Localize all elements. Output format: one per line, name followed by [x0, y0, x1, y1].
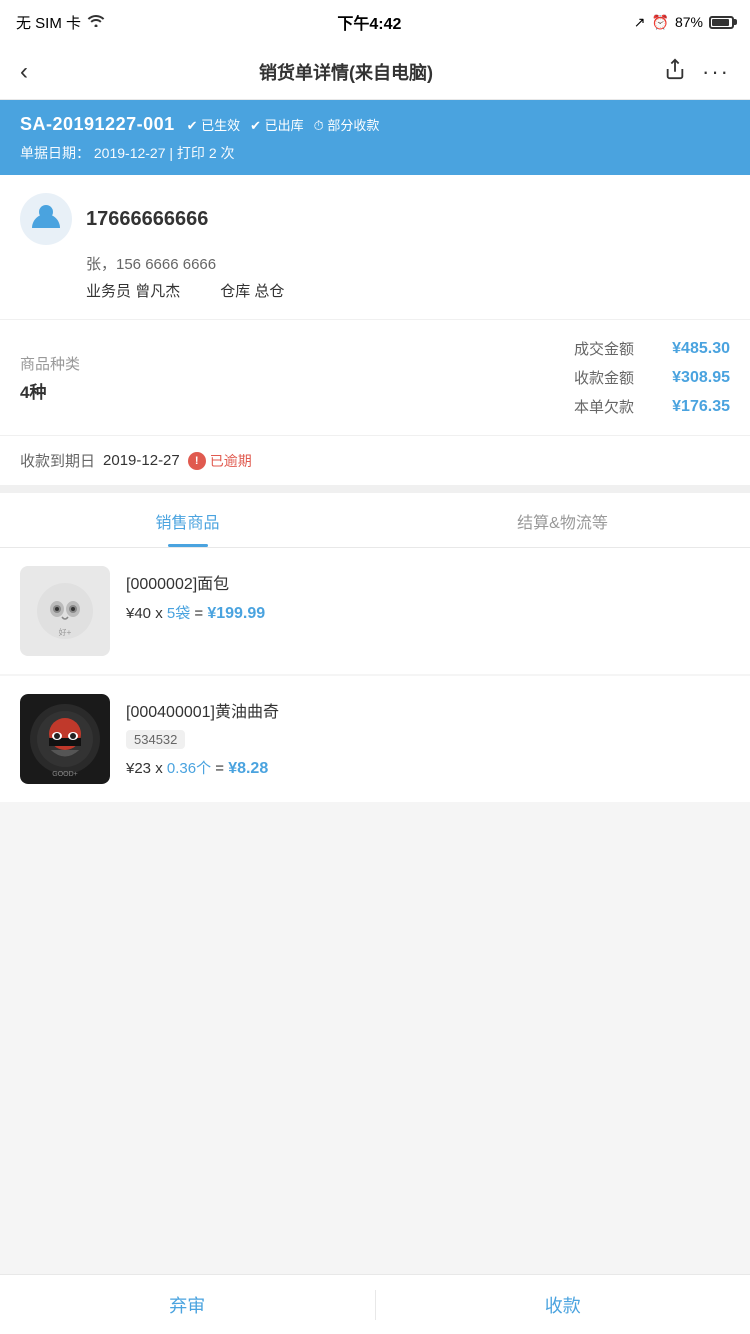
carrier-text: 无 SIM 卡	[16, 12, 81, 33]
confirm-button[interactable]: 收款	[376, 1276, 750, 1334]
due-date: 2019-12-27	[103, 452, 180, 469]
alarm-icon: ⏰	[652, 14, 669, 31]
order-date-row: 单据日期： 2019-12-27 | 打印 2 次	[20, 143, 730, 163]
category-count: 4种	[20, 378, 80, 403]
customer-meta: 业务员 曾凡杰 仓库 总仓	[86, 280, 730, 301]
status-right: ↗ ⏰ 87%	[634, 14, 734, 31]
nav-actions: ···	[664, 58, 730, 85]
status-bar: 无 SIM 卡 下午4:42 ↗ ⏰ 87%	[0, 0, 750, 44]
wifi-icon	[87, 13, 105, 31]
sales-person: 业务员 曾凡杰	[86, 280, 180, 301]
product-price-2: ¥23	[126, 760, 151, 777]
order-header: SA-20191227-001 ✔ 已生效 ✔ 已出库 ⏱ 部分收款 单据日期：…	[0, 100, 750, 175]
print-unit: 次	[221, 145, 235, 161]
product-price-1: ¥40	[126, 605, 151, 622]
category-label: 商品种类	[20, 353, 80, 374]
product-price-row-2: ¥23 x 0.36个 = ¥8.28	[126, 757, 730, 778]
amount-value: ¥485.30	[650, 340, 730, 358]
tab-sales-products[interactable]: 销售商品	[0, 493, 375, 547]
due-label: 收款到期日	[20, 450, 95, 471]
product-info-2: [000400001]黄油曲奇 534532 ¥23 x 0.36个 = ¥8.…	[126, 694, 730, 778]
avatar	[20, 193, 72, 245]
product-qty-2: 0.36个	[167, 760, 211, 777]
warehouse-label: 仓库	[220, 283, 250, 300]
product-total-1: ¥199.99	[207, 605, 265, 622]
overdue-text: 已逾期	[210, 451, 252, 471]
product-total-2: ¥8.28	[228, 760, 268, 777]
warehouse-value: 总仓	[254, 283, 284, 300]
print-count: 2	[209, 145, 217, 161]
summary-section: 商品种类 4种 成交金额 ¥485.30 收款金额 ¥308.95 本单欠款 ¥…	[0, 320, 750, 436]
battery-icon	[709, 16, 734, 29]
list-item: 好+ [0000002]面包 ¥40 x 5袋 = ¥199.99	[0, 548, 750, 674]
sales-person-value: 曾凡杰	[135, 283, 180, 300]
amount-row: 成交金额 ¥485.30	[574, 338, 730, 359]
sales-label: 业务员	[86, 283, 131, 300]
bottom-bar: 弃审 收款	[0, 1274, 750, 1334]
share-icon[interactable]	[664, 58, 686, 85]
owed-row: 本单欠款 ¥176.35	[574, 396, 730, 417]
svg-text:GOOD+: GOOD+	[52, 771, 77, 778]
status-time: 下午4:42	[337, 10, 401, 34]
customer-detail: 张，156 6666 6666	[86, 253, 730, 274]
nav-bar: ‹ 销货单详情(来自电脑) ···	[0, 44, 750, 100]
status-shipped: ✔ 已出库	[250, 115, 304, 134]
status-badges: ✔ 已生效 ✔ 已出库 ⏱ 部分收款	[187, 115, 380, 134]
received-label: 收款金额	[574, 367, 634, 388]
received-value: ¥308.95	[650, 369, 730, 387]
status-partial-payment: ⏱ 部分收款	[314, 115, 380, 134]
summary-right: 成交金额 ¥485.30 收款金额 ¥308.95 本单欠款 ¥176.35	[574, 338, 730, 417]
amount-label: 成交金额	[574, 338, 634, 359]
order-date: 2019-12-27	[94, 145, 166, 161]
product-image-1: 好+	[20, 566, 110, 656]
overdue-badge: ! 已逾期	[188, 451, 252, 471]
customer-name: 17666666666	[86, 208, 208, 231]
customer-row: 17666666666	[20, 193, 730, 245]
avatar-icon	[30, 200, 62, 239]
battery-percent: 87%	[675, 14, 703, 30]
status-left: 无 SIM 卡	[16, 12, 105, 33]
date-label: 单据日期：	[20, 145, 90, 161]
product-name-2: [000400001]黄油曲奇	[126, 698, 730, 722]
cancel-button[interactable]: 弃审	[0, 1276, 375, 1334]
page-title: 销货单详情(来自电脑)	[259, 59, 433, 85]
overdue-icon: !	[188, 452, 206, 470]
tabs: 销售商品 结算&物流等	[0, 493, 750, 548]
status-effective: ✔ 已生效	[187, 115, 241, 134]
location-icon: ↗	[634, 14, 646, 31]
product-qty-1: 5袋	[167, 605, 190, 622]
customer-section: 17666666666 张，156 6666 6666 业务员 曾凡杰 仓库 总…	[0, 175, 750, 320]
more-icon[interactable]: ···	[702, 59, 730, 85]
owed-value: ¥176.35	[650, 398, 730, 416]
product-image-2: GOOD+	[20, 694, 110, 784]
received-row: 收款金额 ¥308.95	[574, 367, 730, 388]
owed-label: 本单欠款	[574, 396, 634, 417]
tab-settlement-logistics[interactable]: 结算&物流等	[375, 493, 750, 547]
due-section: 收款到期日 2019-12-27 ! 已逾期	[0, 436, 750, 493]
list-item: GOOD+ [000400001]黄油曲奇 534532 ¥23 x 0.36个…	[0, 676, 750, 802]
order-id: SA-20191227-001	[20, 114, 175, 135]
product-name-1: [0000002]面包	[126, 570, 730, 594]
summary-left: 商品种类 4种	[20, 338, 80, 417]
svg-text:好+: 好+	[59, 627, 72, 637]
print-label: | 打印	[169, 145, 208, 161]
product-sku-2: 534532	[126, 730, 185, 749]
product-price-row-1: ¥40 x 5袋 = ¥199.99	[126, 602, 730, 623]
products-list: 好+ [0000002]面包 ¥40 x 5袋 = ¥199.99	[0, 548, 750, 802]
product-info-1: [0000002]面包 ¥40 x 5袋 = ¥199.99	[126, 566, 730, 623]
back-button[interactable]: ‹	[20, 58, 28, 86]
warehouse: 仓库 总仓	[220, 280, 284, 301]
